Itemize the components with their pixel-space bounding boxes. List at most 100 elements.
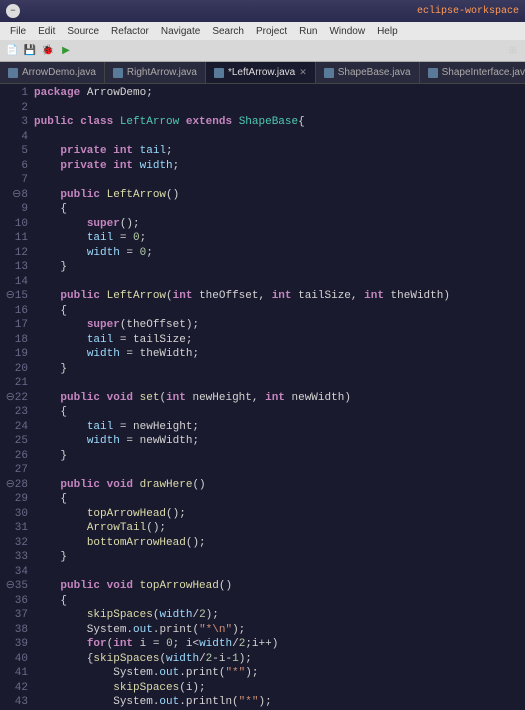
- code-content[interactable]: package ArrowDemo; public class LeftArrow…: [34, 84, 525, 700]
- tab-label: *LeftArrow.java: [228, 67, 295, 78]
- line-number: 17: [0, 318, 28, 333]
- code-line[interactable]: }: [34, 550, 525, 565]
- code-line[interactable]: [34, 376, 525, 391]
- code-line[interactable]: private int width;: [34, 159, 525, 174]
- code-line[interactable]: [34, 565, 525, 580]
- perspective-icon[interactable]: ⊞: [505, 43, 521, 59]
- line-number: 40: [0, 652, 28, 667]
- menu-source[interactable]: Source: [61, 26, 105, 37]
- line-number: 3: [0, 115, 28, 130]
- code-line[interactable]: ArrowTail();: [34, 521, 525, 536]
- code-line[interactable]: {: [34, 202, 525, 217]
- line-number: 30: [0, 507, 28, 522]
- line-number: 11: [0, 231, 28, 246]
- line-number: 34: [0, 565, 28, 580]
- line-number: 36: [0, 594, 28, 609]
- line-number: 5: [0, 144, 28, 159]
- editor-area[interactable]: 1 2 3 4 5 6 7⊖8 9 10 11 12 13 14⊖15 16 1…: [0, 84, 525, 700]
- java-file-icon: [324, 68, 334, 78]
- line-number: 25: [0, 434, 28, 449]
- menu-project[interactable]: Project: [250, 26, 293, 37]
- line-number: ⊖8: [0, 188, 28, 203]
- line-number: 42: [0, 681, 28, 696]
- code-line[interactable]: [34, 275, 525, 290]
- line-number: 10: [0, 217, 28, 232]
- code-line[interactable]: {: [34, 594, 525, 609]
- code-line[interactable]: width = 0;: [34, 246, 525, 261]
- code-line[interactable]: }: [34, 449, 525, 464]
- line-number: 24: [0, 420, 28, 435]
- code-line[interactable]: public void topArrowHead(): [34, 579, 525, 594]
- line-number: 39: [0, 637, 28, 652]
- line-number: 13: [0, 260, 28, 275]
- menu-help[interactable]: Help: [371, 26, 404, 37]
- run-icon[interactable]: ▶: [58, 43, 74, 59]
- code-line[interactable]: }: [34, 260, 525, 275]
- menu-edit[interactable]: Edit: [32, 26, 61, 37]
- menu-bar: File Edit Source Refactor Navigate Searc…: [0, 22, 525, 40]
- java-file-icon: [113, 68, 123, 78]
- code-line[interactable]: System.out.print("*");: [34, 666, 525, 681]
- tab-leftarrow[interactable]: *LeftArrow.java ✕: [206, 62, 316, 83]
- code-line[interactable]: System.out.print("*\n");: [34, 623, 525, 638]
- code-line[interactable]: }: [34, 362, 525, 377]
- window-close-button[interactable]: −: [6, 4, 20, 18]
- menu-navigate[interactable]: Navigate: [155, 26, 206, 37]
- line-number: 29: [0, 492, 28, 507]
- debug-icon[interactable]: 🐞: [40, 43, 56, 59]
- code-line[interactable]: public LeftArrow(int theOffset, int tail…: [34, 289, 525, 304]
- tab-rightarrow[interactable]: RightArrow.java: [105, 62, 206, 83]
- line-number: 6: [0, 159, 28, 174]
- line-number: 16: [0, 304, 28, 319]
- code-line[interactable]: tail = tailSize;: [34, 333, 525, 348]
- code-line[interactable]: [34, 130, 525, 145]
- code-line[interactable]: super(theOffset);: [34, 318, 525, 333]
- code-line[interactable]: skipSpaces(width/2);: [34, 608, 525, 623]
- code-line[interactable]: public void drawHere(): [34, 478, 525, 493]
- code-line[interactable]: public LeftArrow(): [34, 188, 525, 203]
- line-number: 43: [0, 695, 28, 710]
- title-bar: − eclipse-workspace: [0, 0, 525, 22]
- code-line[interactable]: tail = 0;: [34, 231, 525, 246]
- line-number: ⊖15: [0, 289, 28, 304]
- code-line[interactable]: {: [34, 405, 525, 420]
- line-number: 7: [0, 173, 28, 188]
- code-line[interactable]: private int tail;: [34, 144, 525, 159]
- save-icon[interactable]: 💾: [22, 43, 38, 59]
- code-line[interactable]: public class LeftArrow extends ShapeBase…: [34, 115, 525, 130]
- menu-run[interactable]: Run: [293, 26, 323, 37]
- code-line[interactable]: for(int i = 0; i<width/2;i++): [34, 637, 525, 652]
- code-line[interactable]: {skipSpaces(width/2-i-1);: [34, 652, 525, 667]
- line-number: 4: [0, 130, 28, 145]
- menu-window[interactable]: Window: [323, 26, 371, 37]
- menu-search[interactable]: Search: [206, 26, 250, 37]
- code-line[interactable]: topArrowHead();: [34, 507, 525, 522]
- code-line[interactable]: bottomArrowHead();: [34, 536, 525, 551]
- code-line[interactable]: {: [34, 304, 525, 319]
- tab-shapebase[interactable]: ShapeBase.java: [316, 62, 420, 83]
- tab-arrowdemo[interactable]: ArrowDemo.java: [0, 62, 105, 83]
- java-file-icon: [428, 68, 438, 78]
- code-line[interactable]: super();: [34, 217, 525, 232]
- new-icon[interactable]: 📄: [4, 43, 20, 59]
- tab-shapeinterface[interactable]: ShapeInterface.java: [420, 62, 525, 83]
- code-line[interactable]: skipSpaces(i);: [34, 681, 525, 696]
- toolbar: 📄 💾 🐞 ▶ ⊞: [0, 40, 525, 62]
- code-line[interactable]: [34, 463, 525, 478]
- code-line[interactable]: width = theWidth;: [34, 347, 525, 362]
- line-number: 20: [0, 362, 28, 377]
- tab-label: ArrowDemo.java: [22, 67, 96, 78]
- menu-file[interactable]: File: [4, 26, 32, 37]
- code-line[interactable]: [34, 173, 525, 188]
- code-line[interactable]: tail = newHeight;: [34, 420, 525, 435]
- code-line[interactable]: public void set(int newHeight, int newWi…: [34, 391, 525, 406]
- code-line[interactable]: width = newWidth;: [34, 434, 525, 449]
- code-line[interactable]: [34, 101, 525, 116]
- code-line[interactable]: {: [34, 492, 525, 507]
- line-number: 14: [0, 275, 28, 290]
- code-line[interactable]: System.out.println("*");: [34, 695, 525, 710]
- close-icon[interactable]: ✕: [299, 67, 307, 78]
- code-line[interactable]: package ArrowDemo;: [34, 86, 525, 101]
- menu-refactor[interactable]: Refactor: [105, 26, 155, 37]
- line-number: 23: [0, 405, 28, 420]
